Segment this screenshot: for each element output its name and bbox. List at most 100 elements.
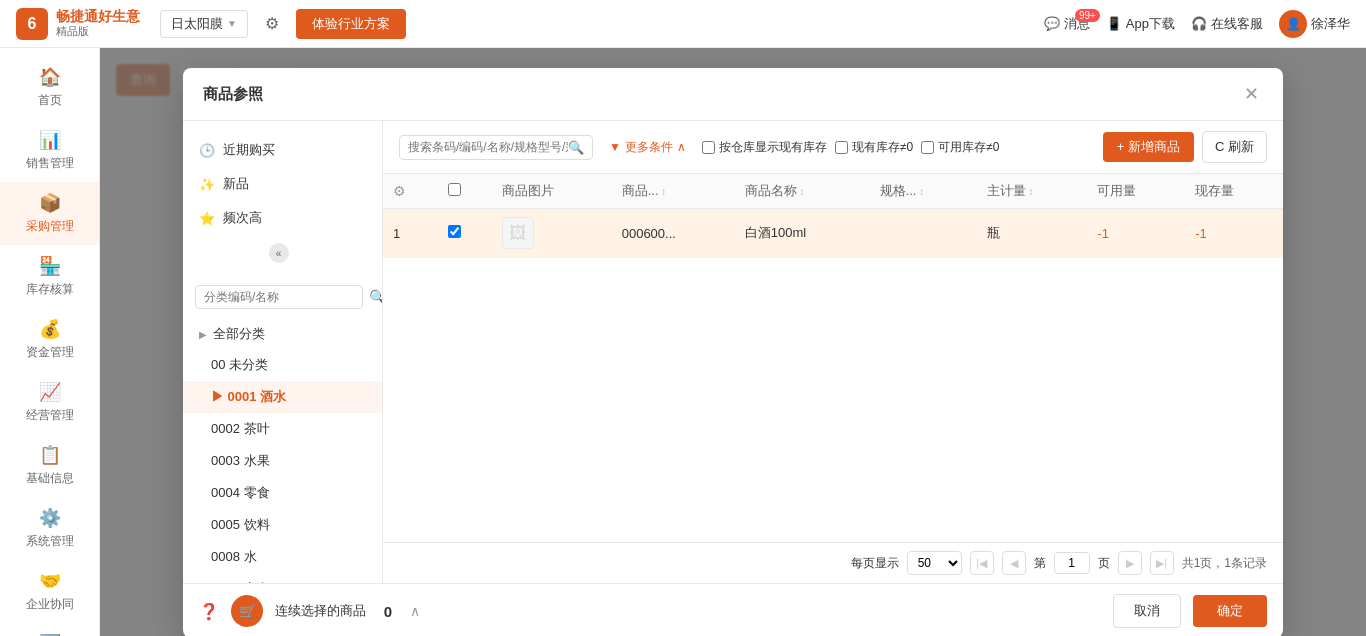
category-drink[interactable]: 0005 饮料 xyxy=(183,509,382,541)
logo-sub: 精品版 xyxy=(56,24,140,39)
cell-stock: -1 xyxy=(1185,209,1283,258)
online-service-item[interactable]: 🎧 在线客服 xyxy=(1191,15,1263,33)
cell-available: -1 xyxy=(1087,209,1185,258)
category-fruit[interactable]: 0003 水果 xyxy=(183,445,382,477)
col-checkbox xyxy=(438,174,493,209)
sales-icon: 📊 xyxy=(39,129,61,151)
table-header-row: ⚙ 商品图片 商品... 商品名称 规格... xyxy=(383,174,1283,209)
cell-checkbox[interactable] xyxy=(438,209,493,258)
recent-label: 近期购买 xyxy=(223,141,275,159)
category-uncategorized[interactable]: 00 未分类 xyxy=(183,349,382,381)
sidebar-item-inventory[interactable]: 🏪 库存核算 xyxy=(0,245,99,308)
new-icon: ✨ xyxy=(199,177,215,192)
col-spec[interactable]: 规格... xyxy=(870,174,977,209)
page-number-input[interactable] xyxy=(1054,552,1090,574)
column-settings-icon[interactable]: ⚙ xyxy=(393,183,406,199)
sidebar-purchase-label: 采购管理 xyxy=(26,218,74,235)
row-checkbox[interactable] xyxy=(448,225,461,238)
first-page-button[interactable]: |◀ xyxy=(970,551,994,575)
category-section: ▶ 全部分类 00 未分类 ▶ 0001 酒水 0002 茶叶 0003 水果 … xyxy=(183,315,382,583)
prev-page-button[interactable]: ◀ xyxy=(1002,551,1026,575)
category-snack[interactable]: 0004 零食 xyxy=(183,477,382,509)
help-icon[interactable]: ❓ xyxy=(199,602,219,621)
avail-ne-checkbox-group[interactable]: 可用库存≠0 xyxy=(921,139,999,156)
modal-close-button[interactable]: ✕ xyxy=(1239,82,1263,106)
product-search-bar: 🔍 xyxy=(399,135,593,160)
left-nav-frequent[interactable]: ⭐ 频次高 xyxy=(187,202,378,234)
notification-badge: 99+ xyxy=(1075,9,1100,22)
sidebar-enterprise-label: 企业协同 xyxy=(26,596,74,613)
sidebar-item-system[interactable]: ⚙️ 系统管理 xyxy=(0,497,99,560)
stock-ne-checkbox-group[interactable]: 现有库存≠0 xyxy=(835,139,913,156)
username-label: 徐泽华 xyxy=(1311,15,1350,33)
app-download-item[interactable]: 📱 App下载 xyxy=(1106,15,1175,33)
online-service-label: 在线客服 xyxy=(1211,15,1263,33)
stock-ne-checkbox[interactable] xyxy=(835,141,848,154)
add-product-button[interactable]: + 新增商品 xyxy=(1103,132,1194,162)
modal-right-panel: 🔍 ▼ 更多条件 ∧ 按仓库显示现有库存 xyxy=(383,121,1283,583)
collapse-panel-button[interactable]: « xyxy=(269,243,289,263)
logo-icon: 6 xyxy=(16,8,48,40)
pagination-bar: 每页显示 50 100 200 |◀ ◀ 第 页 ▶ xyxy=(383,542,1283,583)
new-label: 新品 xyxy=(223,175,249,193)
cart-button[interactable]: 🛒 xyxy=(231,595,263,627)
nav-selector-arrow-icon: ▼ xyxy=(227,18,237,29)
page-label: 第 xyxy=(1034,555,1046,572)
modal-header: 商品参照 ✕ xyxy=(183,68,1283,121)
next-page-button[interactable]: ▶ xyxy=(1118,551,1142,575)
trial-button[interactable]: 体验行业方案 xyxy=(296,9,406,39)
operations-icon: 📈 xyxy=(39,381,61,403)
warehouse-display-checkbox[interactable] xyxy=(702,141,715,154)
sidebar-item-basic[interactable]: 📋 基础信息 xyxy=(0,434,99,497)
star-icon: ⭐ xyxy=(199,211,215,226)
warehouse-display-checkbox-group[interactable]: 按仓库显示现有库存 xyxy=(702,139,827,156)
user-avatar: 👤 xyxy=(1279,10,1307,38)
cell-name: 白酒100ml xyxy=(735,209,870,258)
product-search-icon[interactable]: 🔍 xyxy=(568,140,584,155)
filter-button[interactable]: ▼ 更多条件 ∧ xyxy=(601,135,694,160)
cell-code: 000600... xyxy=(612,209,735,258)
last-page-button[interactable]: ▶| xyxy=(1150,551,1174,575)
category-tea[interactable]: 0002 茶叶 xyxy=(183,413,382,445)
left-nav-recent[interactable]: 🕒 近期购买 xyxy=(187,134,378,166)
table-row[interactable]: 1 🖼 000600... 白酒100ml xyxy=(383,209,1283,258)
inventory-icon: 🏪 xyxy=(39,255,61,277)
modal-footer: ❓ 🛒 连续选择的商品 0 ∧ 取消 确定 xyxy=(183,583,1283,636)
user-profile-item[interactable]: 👤 徐泽华 xyxy=(1279,10,1350,38)
notification-item[interactable]: 💬 消息 99+ xyxy=(1044,15,1090,33)
all-categories-header[interactable]: ▶ 全部分类 xyxy=(183,319,382,349)
category-search-input[interactable] xyxy=(195,285,363,309)
refresh-button[interactable]: C 刷新 xyxy=(1202,131,1267,163)
sidebar-item-guide[interactable]: 🆕 新手引导 xyxy=(0,623,99,636)
footer-collapse-icon[interactable]: ∧ xyxy=(410,603,420,619)
col-code[interactable]: 商品... xyxy=(612,174,735,209)
sidebar-item-operations[interactable]: 📈 经营管理 xyxy=(0,371,99,434)
product-search-input[interactable] xyxy=(408,140,568,154)
settings-button[interactable]: ⚙ xyxy=(256,8,288,40)
sidebar-finance-label: 资金管理 xyxy=(26,344,74,361)
product-table: ⚙ 商品图片 商品... 商品名称 规格... xyxy=(383,174,1283,258)
modal-toolbar: 🔍 ▼ 更多条件 ∧ 按仓库显示现有库存 xyxy=(383,121,1283,174)
nav-selector[interactable]: 日太阳膜 ▼ xyxy=(160,10,248,38)
col-unit[interactable]: 主计量 xyxy=(977,174,1088,209)
sidebar-item-finance[interactable]: 💰 资金管理 xyxy=(0,308,99,371)
sidebar-item-purchase[interactable]: 📦 采购管理 xyxy=(0,182,99,245)
left-nav-new[interactable]: ✨ 新品 xyxy=(187,168,378,200)
category-liquor[interactable]: ▶ 0001 酒水 xyxy=(183,381,382,413)
category-water[interactable]: 0008 水 xyxy=(183,541,382,573)
col-name[interactable]: 商品名称 xyxy=(735,174,870,209)
cancel-button[interactable]: 取消 xyxy=(1113,594,1181,628)
category-search-icon[interactable]: 🔍 xyxy=(369,289,383,305)
avail-ne-checkbox[interactable] xyxy=(921,141,934,154)
sidebar-item-sales[interactable]: 📊 销售管理 xyxy=(0,119,99,182)
sidebar-item-enterprise[interactable]: 🤝 企业协同 xyxy=(0,560,99,623)
product-thumbnail: 🖼 xyxy=(502,217,534,249)
confirm-button[interactable]: 确定 xyxy=(1193,595,1267,627)
sidebar-item-home[interactable]: 🏠 首页 xyxy=(0,56,99,119)
per-page-select[interactable]: 50 100 200 xyxy=(907,551,962,575)
expand-arrow-icon: ▶ xyxy=(199,329,207,340)
col-settings: ⚙ xyxy=(383,174,438,209)
cell-no: 1 xyxy=(383,209,438,258)
category-appliance[interactable]: 0010 家电 xyxy=(183,573,382,583)
select-all-checkbox[interactable] xyxy=(448,183,461,196)
